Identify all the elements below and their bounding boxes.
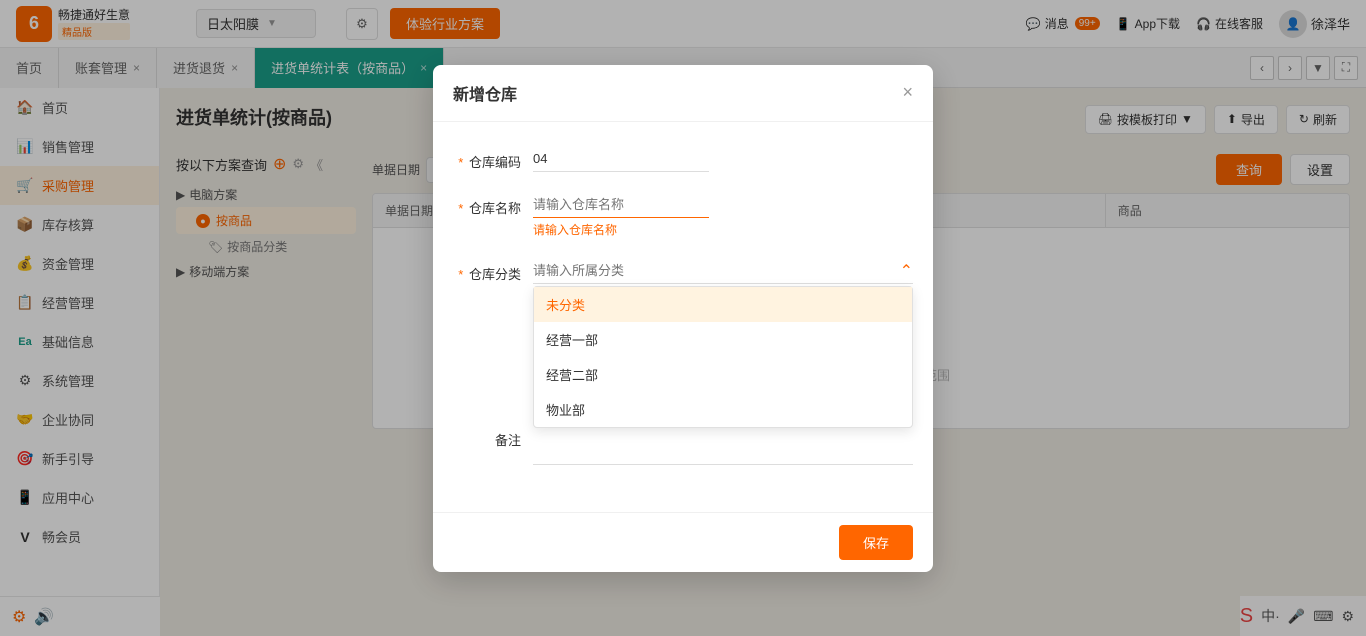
category-input[interactable] (533, 258, 913, 284)
dialog-title: 新增仓库 (453, 81, 517, 105)
category-label: * 仓库分类 (453, 258, 533, 283)
category-dropdown-arrow[interactable]: ⌃ (900, 261, 913, 281)
code-field-wrap (533, 146, 913, 172)
category-option-uncategorized[interactable]: 未分类 (534, 287, 912, 322)
dialog-close-button[interactable]: × (902, 82, 913, 103)
form-row-code: * 仓库编码 (453, 146, 913, 172)
add-warehouse-dialog: 新增仓库 × * 仓库编码 * 仓库名称 (433, 65, 933, 572)
name-field-wrap: 请输入仓库名称 (533, 192, 913, 238)
remark-field-wrap (533, 424, 913, 468)
dialog-body: * 仓库编码 * 仓库名称 请输入仓库名称 (433, 122, 933, 512)
required-star-category: * (458, 267, 463, 282)
required-star-name: * (458, 201, 463, 216)
category-dropdown-wrap: ⌃ 未分类 经营一部 经营二部 物业部 (533, 258, 913, 284)
name-input[interactable] (533, 192, 709, 218)
dialog-footer: 保存 (433, 512, 933, 572)
save-button[interactable]: 保存 (839, 525, 913, 560)
category-option-dept2[interactable]: 经营二部 (534, 357, 912, 392)
category-option-property[interactable]: 物业部 (534, 392, 912, 427)
dialog-header: 新增仓库 × (433, 65, 933, 122)
remark-label: 备注 (453, 424, 533, 449)
form-row-name: * 仓库名称 请输入仓库名称 (453, 192, 913, 238)
required-star-code: * (458, 155, 463, 170)
name-error-message: 请输入仓库名称 (533, 221, 913, 238)
code-input[interactable] (533, 146, 709, 172)
form-row-remark: 备注 (453, 424, 913, 468)
name-label: * 仓库名称 (453, 192, 533, 217)
category-dropdown-list: 未分类 经营一部 经营二部 物业部 (533, 286, 913, 428)
category-option-dept1[interactable]: 经营一部 (534, 322, 912, 357)
form-row-category: * 仓库分类 ⌃ 未分类 经营一部 经营二部 物业部 (453, 258, 913, 284)
dialog-overlay: 新增仓库 × * 仓库编码 * 仓库名称 (0, 0, 1366, 636)
remark-input[interactable] (533, 424, 913, 465)
code-label: * 仓库编码 (453, 146, 533, 171)
